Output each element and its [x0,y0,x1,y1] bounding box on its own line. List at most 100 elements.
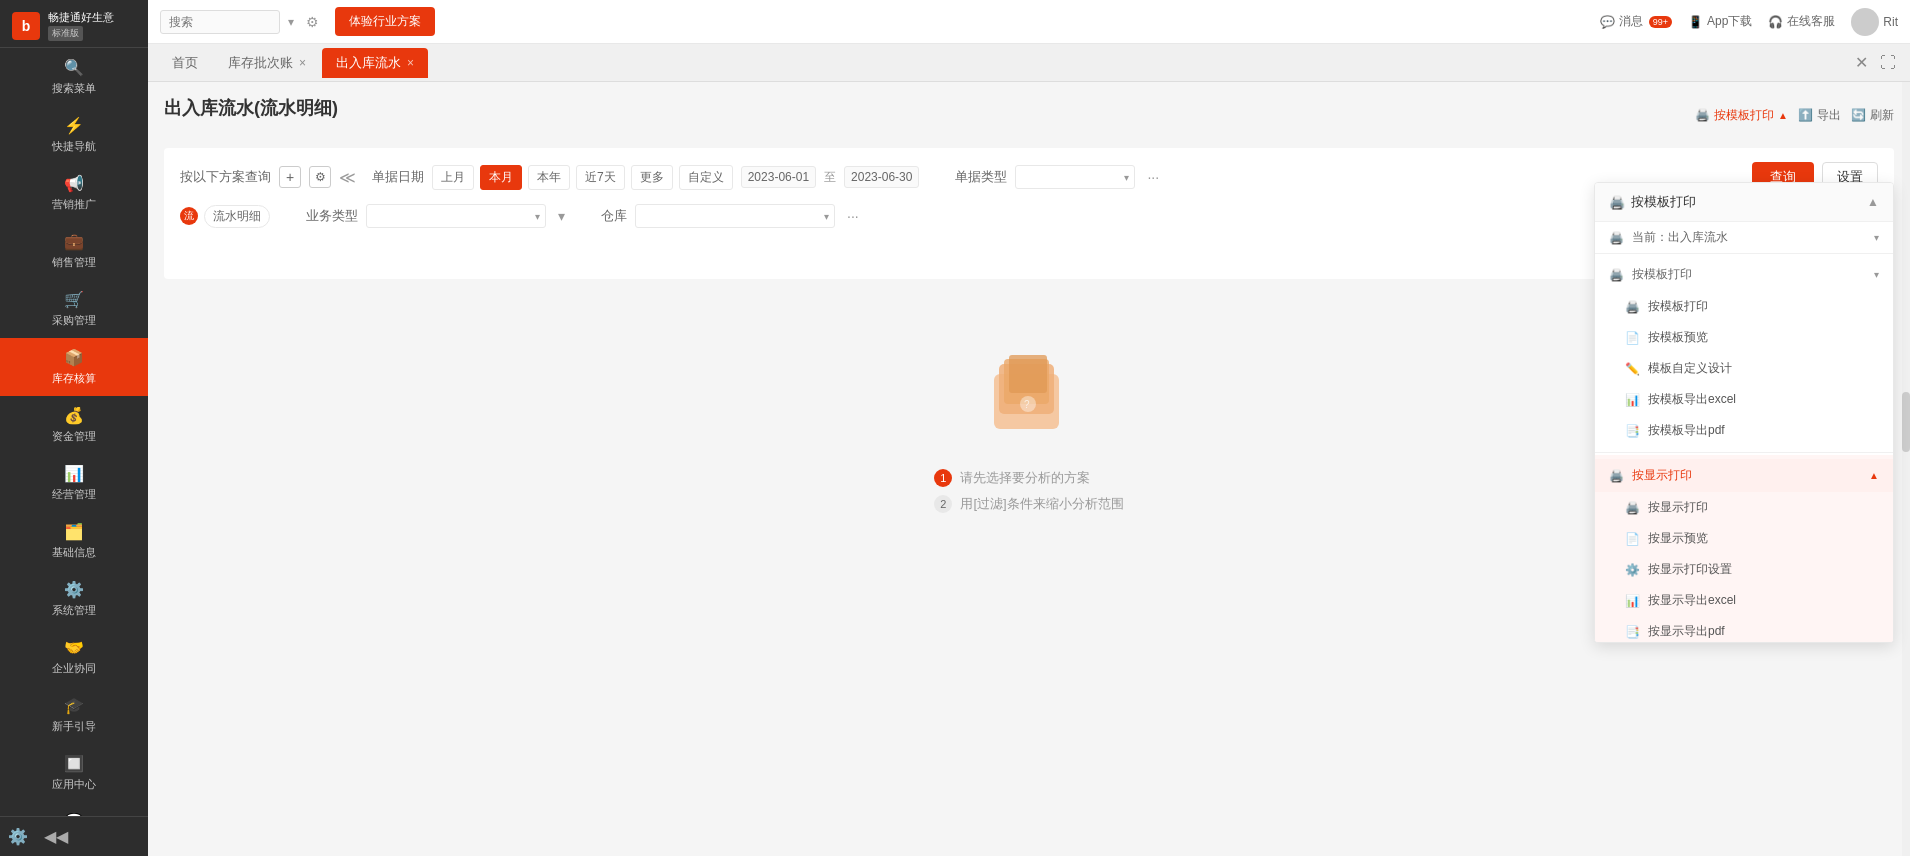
tab-flow[interactable]: 出入库流水 × [322,48,428,78]
date-start-input[interactable]: 2023-06-01 [741,166,816,188]
dropdown-display-settings-btn[interactable]: ⚙️ 按显示打印设置 [1595,554,1893,585]
voucher-type-filter-item: 单据类型 ··· [955,165,1159,189]
dropdown-display-header[interactable]: 🖨️ 按显示打印 ▲ [1595,459,1893,492]
template-section-chevron-icon: ▾ [1874,269,1879,280]
sidebar-item-shortcut[interactable]: ⚡ 快捷导航 [0,106,148,164]
dropdown-display-export-pdf-btn[interactable]: 📑 按显示导出pdf [1595,616,1893,642]
date-btn-custom[interactable]: 自定义 [679,165,733,190]
flash-icon: ⚡ [64,116,84,135]
tab-maximize-btn[interactable]: ⛶ [1876,49,1900,76]
warehouse-select[interactable] [635,204,835,228]
dropdown-header-chevron-icon[interactable]: ▲ [1867,195,1879,209]
display-settings-icon: ⚙️ [1625,563,1640,577]
app-badge: 标准版 [48,26,83,41]
date-btn-this-year[interactable]: 本年 [528,165,570,190]
page-title-actions: 🖨️ 按模板打印 ▲ ⬆️ 导出 🔄 刷新 [1695,107,1894,124]
topbar-gear-icon[interactable]: ⚙ [306,14,319,30]
date-end-input[interactable]: 2023-06-30 [844,166,919,188]
empty-tip-1: 1 请先选择要分析的方案 [934,469,1123,487]
print-dropdown-chevron-icon: ▲ [1778,110,1788,121]
avatar [1851,8,1879,36]
tabs-right-controls: ✕ ⛶ [1851,49,1900,76]
date-btn-this-month[interactable]: 本月 [480,165,522,190]
filter-add-btn[interactable]: + [279,166,301,188]
app-logo-icon: b [12,12,40,40]
trial-btn[interactable]: 体验行业方案 [335,7,435,36]
online-service-item[interactable]: 🎧 在线客服 [1768,13,1835,30]
dropdown-display-section: 🖨️ 按显示打印 ▲ 🖨️ 按显示打印 📄 按显示预览 [1595,455,1893,642]
tab-batch[interactable]: 库存批次账 × [214,48,320,78]
sidebar-item-system[interactable]: ⚙️ 系统管理 [0,570,148,628]
dropdown-template-export-pdf-btn[interactable]: 📑 按模板导出pdf [1595,415,1893,446]
voucher-type-select[interactable] [1015,165,1135,189]
dropdown-display-preview-btn[interactable]: 📄 按显示预览 [1595,523,1893,554]
sidebar-item-wechat[interactable]: 💬 企业微信 [0,802,148,816]
dropdown-template-print-btn[interactable]: 🖨️ 按模板打印 [1595,291,1893,322]
refresh-btn[interactable]: 🔄 刷新 [1851,107,1894,124]
collapse-sidebar-icon[interactable]: ◀◀ [44,827,68,846]
topbar-dropdown-chevron-icon[interactable]: ▾ [288,15,294,29]
grid-icon: 🔲 [64,754,84,773]
headset-icon: 🎧 [1768,15,1783,29]
user-avatar-area[interactable]: Rit [1851,8,1898,36]
sidebar-item-basic[interactable]: 🗂️ 基础信息 [0,512,148,570]
app-name: 畅捷通好生意 [48,10,114,24]
dropdown-template-custom-btn[interactable]: ✏️ 模板自定义设计 [1595,353,1893,384]
main-area: ▾ ⚙ 体验行业方案 💬 消息 99+ 📱 App下载 🎧 在线客服 [148,0,1910,856]
date-filter-item: 单据日期 上月 本月 本年 近7天 更多 自定义 2023-06-01 至 [372,165,919,190]
filter-collapse-icon[interactable]: ≪ [339,168,356,187]
tab-batch-close-icon[interactable]: × [299,56,306,70]
sidebar-item-collab[interactable]: 🤝 企业协同 [0,628,148,686]
settings-icon[interactable]: ⚙️ [8,827,28,846]
tab-flow-close-icon[interactable]: × [407,56,414,70]
sidebar-item-finance[interactable]: 💰 资金管理 [0,396,148,454]
search-icon: 🔍 [64,58,84,77]
gear-icon: ⚙️ [64,580,84,599]
sidebar-nav: 🔍 搜索菜单 ⚡ 快捷导航 📢 营销推广 💼 销售管理 🛒 采购管理 📦 [0,48,148,816]
display-preview-icon: 📄 [1625,532,1640,546]
warehouse-more-icon[interactable]: ··· [847,208,859,224]
refresh-icon: 🔄 [1851,108,1866,122]
sidebar-item-purchase[interactable]: 🛒 采购管理 [0,280,148,338]
sidebar-item-inventory[interactable]: 📦 库存核算 [0,338,148,396]
filter-settings-btn[interactable]: ⚙ [309,166,331,188]
dropdown-template-export-excel-btn[interactable]: 📊 按模板导出excel [1595,384,1893,415]
sidebar-item-marketing[interactable]: 📢 营销推广 [0,164,148,222]
biz-type-filter-item: 业务类型 ▾ [306,204,565,228]
sidebar-item-sales[interactable]: 💼 销售管理 [0,222,148,280]
dropdown-template-preview-btn[interactable]: 📄 按模板预览 [1595,322,1893,353]
sidebar-item-operation[interactable]: 📊 经营管理 [0,454,148,512]
topbar-search-input[interactable] [160,10,280,34]
megaphone-icon: 📢 [64,174,84,193]
svg-text:?: ? [1024,399,1030,410]
sidebar-bottom: ⚙️ ◀◀ [0,816,148,856]
dropdown-current-item[interactable]: 🖨️ 当前：出入库流水 ▾ [1595,222,1893,254]
biz-type-select-wrap [366,204,546,228]
water-tag: 流 流水明细 [180,205,270,228]
tab-restore-btn[interactable]: ✕ [1851,49,1872,76]
handshake-icon: 🤝 [64,638,84,657]
sidebar-item-appstore[interactable]: 🔲 应用中心 [0,744,148,802]
dropdown-display-print-btn[interactable]: 🖨️ 按显示打印 [1595,492,1893,523]
print-icon: 🖨️ [1695,108,1710,122]
date-btn-last-month[interactable]: 上月 [432,165,474,190]
dropdown-display-export-excel-btn[interactable]: 📊 按显示导出excel [1595,585,1893,616]
dropdown-template-header[interactable]: 🖨️ 按模板打印 ▾ [1595,258,1893,291]
warehouse-filter-item: 仓库 ··· [601,204,859,228]
voucher-type-select-wrap [1015,165,1135,189]
app-download-item[interactable]: 📱 App下载 [1688,13,1752,30]
dropdown-template-section: 🖨️ 按模板打印 ▾ 🖨️ 按模板打印 📄 按模板预览 [1595,254,1893,450]
date-btn-7days[interactable]: 近7天 [576,165,625,190]
sidebar-item-guide[interactable]: 🎓 新手引导 [0,686,148,744]
sidebar-item-search[interactable]: 🔍 搜索菜单 [0,48,148,106]
date-btn-more[interactable]: 更多 [631,165,673,190]
message-item[interactable]: 💬 消息 99+ [1600,13,1672,30]
display-print-icon: 🖨️ [1625,501,1640,515]
tab-home[interactable]: 首页 [158,48,212,78]
scrollbar-thumb[interactable] [1902,392,1910,452]
template-pdf-icon: 📑 [1625,424,1640,438]
print-btn[interactable]: 🖨️ 按模板打印 ▲ [1695,107,1788,124]
biz-type-select[interactable] [366,204,546,228]
export-btn[interactable]: ⬆️ 导出 [1798,107,1841,124]
voucher-type-more-icon[interactable]: ··· [1147,169,1159,185]
